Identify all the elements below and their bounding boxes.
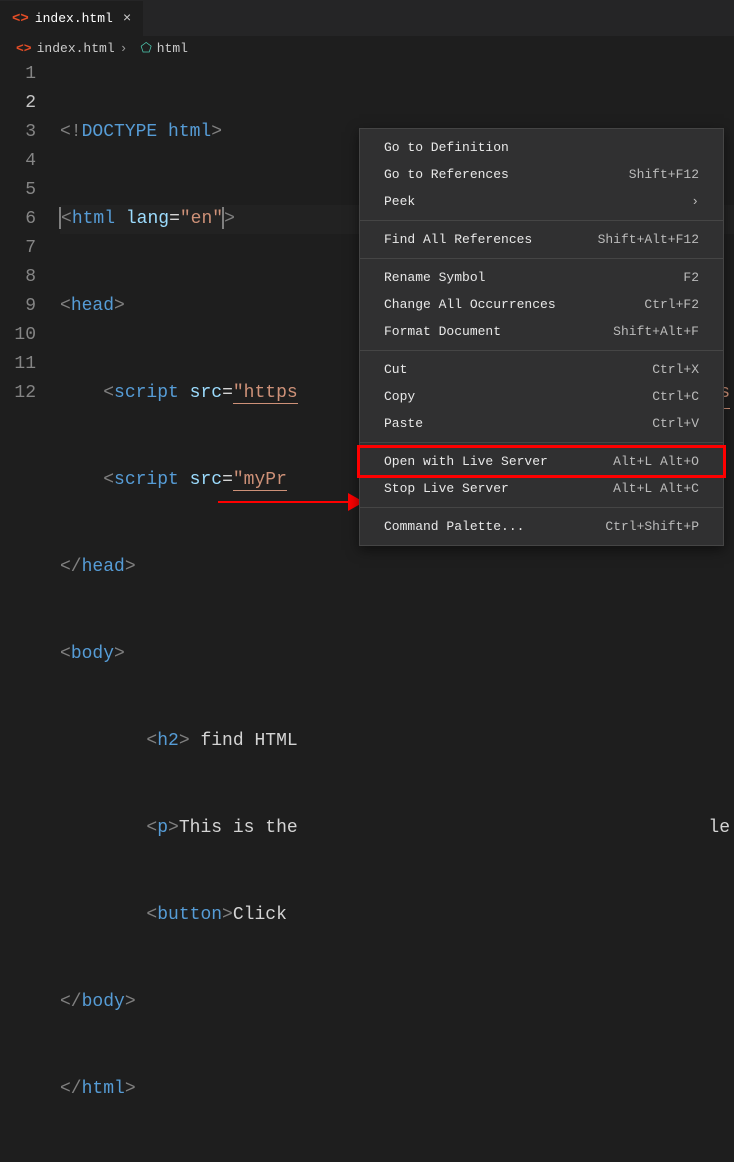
menu-label: Open with Live Server: [384, 454, 548, 469]
menu-shortcut: Ctrl+F2: [644, 297, 699, 312]
line-number: 8: [0, 263, 36, 292]
breadcrumb-node: html: [157, 41, 188, 56]
line-number: 1: [0, 60, 36, 89]
menu-stop-live-server[interactable]: Stop Live Server Alt+L Alt+C: [360, 475, 723, 502]
line-number: 6: [0, 205, 36, 234]
code-line[interactable]: </html>: [60, 1075, 734, 1104]
menu-label: Stop Live Server: [384, 481, 509, 496]
tab-bar: <> index.html ×: [0, 0, 734, 36]
line-number: 9: [0, 292, 36, 321]
menu-separator: [360, 258, 723, 259]
chevron-right-icon: ›: [691, 194, 699, 209]
menu-label: Rename Symbol: [384, 270, 485, 285]
tab-label: index.html: [35, 11, 113, 26]
line-number: 5: [0, 176, 36, 205]
html-file-icon: <>: [16, 41, 32, 56]
menu-label: Cut: [384, 362, 407, 377]
menu-shortcut: Alt+L Alt+C: [613, 481, 699, 496]
menu-label: Go to References: [384, 167, 509, 182]
menu-label: Paste: [384, 416, 423, 431]
line-number: 3: [0, 118, 36, 147]
menu-go-to-references[interactable]: Go to References Shift+F12: [360, 161, 723, 188]
menu-separator: [360, 350, 723, 351]
breadcrumb-file: index.html: [37, 41, 115, 56]
line-number: 7: [0, 234, 36, 263]
menu-shortcut: Shift+F12: [629, 167, 699, 182]
menu-format-document[interactable]: Format Document Shift+Alt+F: [360, 318, 723, 345]
menu-shortcut: F2: [683, 270, 699, 285]
menu-peek[interactable]: Peek ›: [360, 188, 723, 215]
tab-index-html[interactable]: <> index.html ×: [0, 0, 143, 36]
menu-go-to-definition[interactable]: Go to Definition: [360, 134, 723, 161]
menu-paste[interactable]: Paste Ctrl+V: [360, 410, 723, 437]
menu-shortcut: Ctrl+C: [652, 389, 699, 404]
code-line[interactable]: <p>This is thele: [60, 814, 734, 843]
menu-open-live-server[interactable]: Open with Live Server Alt+L Alt+O: [357, 445, 726, 478]
code-line[interactable]: <h2> find HTML: [60, 727, 734, 756]
menu-label: Change All Occurrences: [384, 297, 556, 312]
chevron-right-icon: ›: [120, 41, 128, 56]
menu-label: Peek: [384, 194, 415, 209]
code-line[interactable]: <body>: [60, 640, 734, 669]
menu-change-all-occurrences[interactable]: Change All Occurrences Ctrl+F2: [360, 291, 723, 318]
menu-label: Find All References: [384, 232, 532, 247]
menu-shortcut: Shift+Alt+F12: [598, 232, 699, 247]
menu-copy[interactable]: Copy Ctrl+C: [360, 383, 723, 410]
line-number: 4: [0, 147, 36, 176]
menu-find-all-references[interactable]: Find All References Shift+Alt+F12: [360, 226, 723, 253]
line-number: 2: [0, 89, 36, 118]
menu-separator: [360, 507, 723, 508]
menu-rename-symbol[interactable]: Rename Symbol F2: [360, 264, 723, 291]
menu-label: Format Document: [384, 324, 501, 339]
breadcrumb[interactable]: <> index.html › ⬠ html: [0, 36, 734, 60]
close-icon[interactable]: ×: [123, 11, 131, 27]
context-menu: Go to Definition Go to References Shift+…: [359, 128, 724, 546]
line-number: 12: [0, 379, 36, 408]
menu-label: Command Palette...: [384, 519, 524, 534]
menu-label: Go to Definition: [384, 140, 509, 155]
menu-separator: [360, 220, 723, 221]
line-number: 10: [0, 321, 36, 350]
menu-command-palette[interactable]: Command Palette... Ctrl+Shift+P: [360, 513, 723, 540]
menu-shortcut: Shift+Alt+F: [613, 324, 699, 339]
line-number-gutter: 1 2 3 4 5 6 7 8 9 10 11 12: [0, 60, 60, 1162]
menu-cut[interactable]: Cut Ctrl+X: [360, 356, 723, 383]
menu-separator: [360, 442, 723, 443]
menu-shortcut: Ctrl+V: [652, 416, 699, 431]
code-line[interactable]: <button>Click: [60, 901, 734, 930]
line-number: 11: [0, 350, 36, 379]
cube-icon: ⬠: [140, 41, 151, 56]
code-line[interactable]: </head>: [60, 553, 734, 582]
code-line[interactable]: </body>: [60, 988, 734, 1017]
menu-label: Copy: [384, 389, 415, 404]
menu-shortcut: Ctrl+X: [652, 362, 699, 377]
menu-shortcut: Alt+L Alt+O: [613, 454, 699, 469]
menu-shortcut: Ctrl+Shift+P: [605, 519, 699, 534]
html-file-icon: <>: [12, 11, 29, 27]
